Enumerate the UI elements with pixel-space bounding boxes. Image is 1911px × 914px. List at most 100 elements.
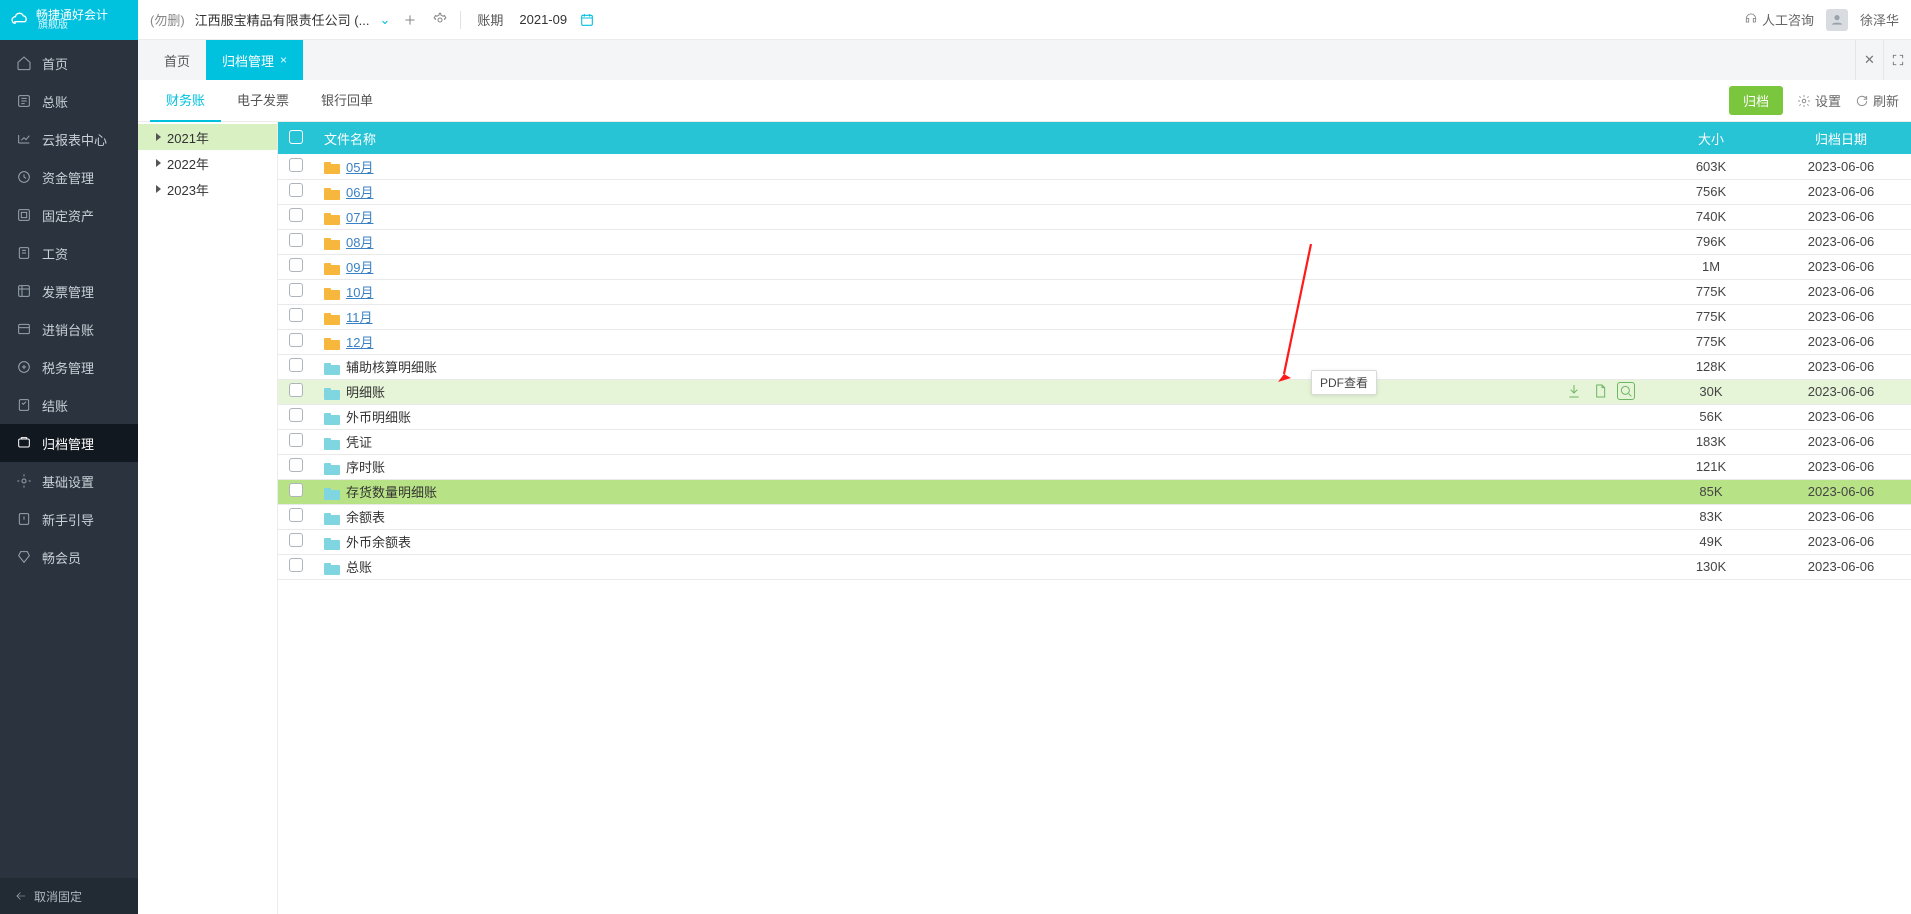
table-row[interactable]: 存货数量明细账85K2023-06-06: [278, 479, 1911, 504]
row-checkbox[interactable]: [289, 308, 303, 322]
table-row[interactable]: 辅助核算明细账128K2023-06-06: [278, 354, 1911, 379]
row-checkbox[interactable]: [289, 233, 303, 247]
sidebar-item-6[interactable]: 发票管理: [0, 272, 138, 310]
file-name[interactable]: 07月: [346, 210, 373, 225]
folder-icon: [324, 488, 340, 500]
tree-item-0[interactable]: 2021年: [138, 124, 277, 150]
row-checkbox[interactable]: [289, 358, 303, 372]
row-checkbox[interactable]: [289, 158, 303, 172]
table-row[interactable]: 外币明细账56K2023-06-06: [278, 404, 1911, 429]
archive-button[interactable]: 归档: [1729, 86, 1783, 115]
subtab-0[interactable]: 财务账: [150, 80, 221, 122]
row-checkbox[interactable]: [289, 258, 303, 272]
sidebar-item-3[interactable]: 资金管理: [0, 158, 138, 196]
download-icon[interactable]: [1565, 382, 1583, 400]
sidebar-item-11[interactable]: 基础设置: [0, 462, 138, 500]
file-name[interactable]: 09月: [346, 260, 373, 275]
pdf-icon[interactable]: [1591, 382, 1609, 400]
file-size: 49K: [1651, 529, 1771, 554]
row-checkbox[interactable]: [289, 458, 303, 472]
row-checkbox[interactable]: [289, 383, 303, 397]
row-checkbox[interactable]: [289, 508, 303, 522]
table-row[interactable]: 明细账30K2023-06-06: [278, 379, 1911, 404]
row-checkbox[interactable]: [289, 283, 303, 297]
table-row[interactable]: 总账130K2023-06-06: [278, 554, 1911, 579]
sidebar-item-1[interactable]: 总账: [0, 82, 138, 120]
refresh-button[interactable]: 刷新: [1855, 91, 1899, 110]
subtab-1[interactable]: 电子发票: [221, 80, 305, 122]
sidebar-item-9[interactable]: 结账: [0, 386, 138, 424]
page-tab-0[interactable]: 首页: [148, 40, 206, 80]
row-checkbox[interactable]: [289, 208, 303, 222]
table-row[interactable]: 09月1M2023-06-06: [278, 254, 1911, 279]
sidebar-item-7[interactable]: 进销台账: [0, 310, 138, 348]
table-row[interactable]: 06月756K2023-06-06: [278, 179, 1911, 204]
col-date[interactable]: 归档日期: [1771, 122, 1911, 154]
menu-icon: [16, 207, 32, 223]
file-date: 2023-06-06: [1771, 329, 1911, 354]
file-name[interactable]: 12月: [346, 335, 373, 350]
chevron-down-icon[interactable]: ⌄: [379, 12, 390, 28]
table-row[interactable]: 12月775K2023-06-06: [278, 329, 1911, 354]
company-settings-button[interactable]: [430, 10, 450, 30]
tree-item-1[interactable]: 2022年: [138, 150, 277, 176]
sidebar-item-label: 结账: [42, 396, 68, 415]
file-name[interactable]: 11月: [346, 310, 373, 325]
table-row[interactable]: 05月603K2023-06-06: [278, 154, 1911, 179]
subtab-2[interactable]: 银行回单: [305, 80, 389, 122]
table-row[interactable]: 07月740K2023-06-06: [278, 204, 1911, 229]
folder-icon: [324, 213, 340, 225]
sidebar-item-10[interactable]: 归档管理: [0, 424, 138, 462]
select-all-checkbox[interactable]: [289, 130, 303, 144]
company-selector[interactable]: 江西服宝精品有限责任公司 (...: [195, 10, 370, 29]
row-checkbox[interactable]: [289, 333, 303, 347]
file-name[interactable]: 06月: [346, 185, 373, 200]
sidebar-unpin[interactable]: 取消固定: [0, 878, 138, 914]
file-name[interactable]: 10月: [346, 285, 373, 300]
period-value[interactable]: 2021-09: [519, 12, 567, 27]
table-row[interactable]: 余额表83K2023-06-06: [278, 504, 1911, 529]
file-table: 文件名称 大小 归档日期 05月 603K 2023-06-06 06月756K202…: [278, 122, 1911, 580]
file-name[interactable]: 05月: [346, 160, 373, 175]
page-tab-1[interactable]: 归档管理×: [206, 40, 303, 80]
table-row[interactable]: 10月775K2023-06-06: [278, 279, 1911, 304]
company-prefix: (勿删): [150, 10, 185, 29]
row-checkbox[interactable]: [289, 183, 303, 197]
close-tab-button[interactable]: ✕: [1855, 40, 1883, 80]
col-name[interactable]: 文件名称: [314, 122, 1651, 154]
file-name[interactable]: 08月: [346, 235, 373, 250]
pdf-view-icon[interactable]: [1617, 382, 1635, 400]
row-checkbox[interactable]: [289, 483, 303, 497]
file-size: 603K: [1651, 154, 1771, 179]
sidebar-item-0[interactable]: 首页: [0, 44, 138, 82]
fullscreen-button[interactable]: [1883, 40, 1911, 80]
gear-icon: [1797, 94, 1811, 108]
settings-button[interactable]: 设置: [1797, 91, 1841, 110]
support-button[interactable]: 人工咨询: [1744, 10, 1814, 29]
calendar-icon[interactable]: [577, 10, 597, 30]
file-name: 序时账: [346, 460, 385, 475]
username[interactable]: 徐泽华: [1860, 10, 1899, 29]
add-company-button[interactable]: [400, 10, 420, 30]
sidebar-item-2[interactable]: 云报表中心: [0, 120, 138, 158]
sidebar-item-8[interactable]: 税务管理: [0, 348, 138, 386]
table-row[interactable]: 08月796K2023-06-06: [278, 229, 1911, 254]
sidebar-item-4[interactable]: 固定资产: [0, 196, 138, 234]
col-size[interactable]: 大小: [1651, 122, 1771, 154]
sidebar-item-5[interactable]: 工资: [0, 234, 138, 272]
sidebar-item-13[interactable]: 畅会员: [0, 538, 138, 576]
sidebar-item-12[interactable]: 新手引导: [0, 500, 138, 538]
close-icon[interactable]: ×: [280, 53, 287, 67]
tree-item-2[interactable]: 2023年: [138, 176, 277, 202]
row-checkbox[interactable]: [289, 433, 303, 447]
folder-icon: [324, 463, 340, 475]
sidebar-item-label: 新手引导: [42, 510, 94, 529]
avatar[interactable]: [1826, 9, 1848, 31]
row-checkbox[interactable]: [289, 533, 303, 547]
row-checkbox[interactable]: [289, 408, 303, 422]
row-checkbox[interactable]: [289, 558, 303, 572]
table-row[interactable]: 序时账121K2023-06-06: [278, 454, 1911, 479]
table-row[interactable]: 11月775K2023-06-06: [278, 304, 1911, 329]
table-row[interactable]: 外币余额表49K2023-06-06: [278, 529, 1911, 554]
table-row[interactable]: 凭证183K2023-06-06: [278, 429, 1911, 454]
